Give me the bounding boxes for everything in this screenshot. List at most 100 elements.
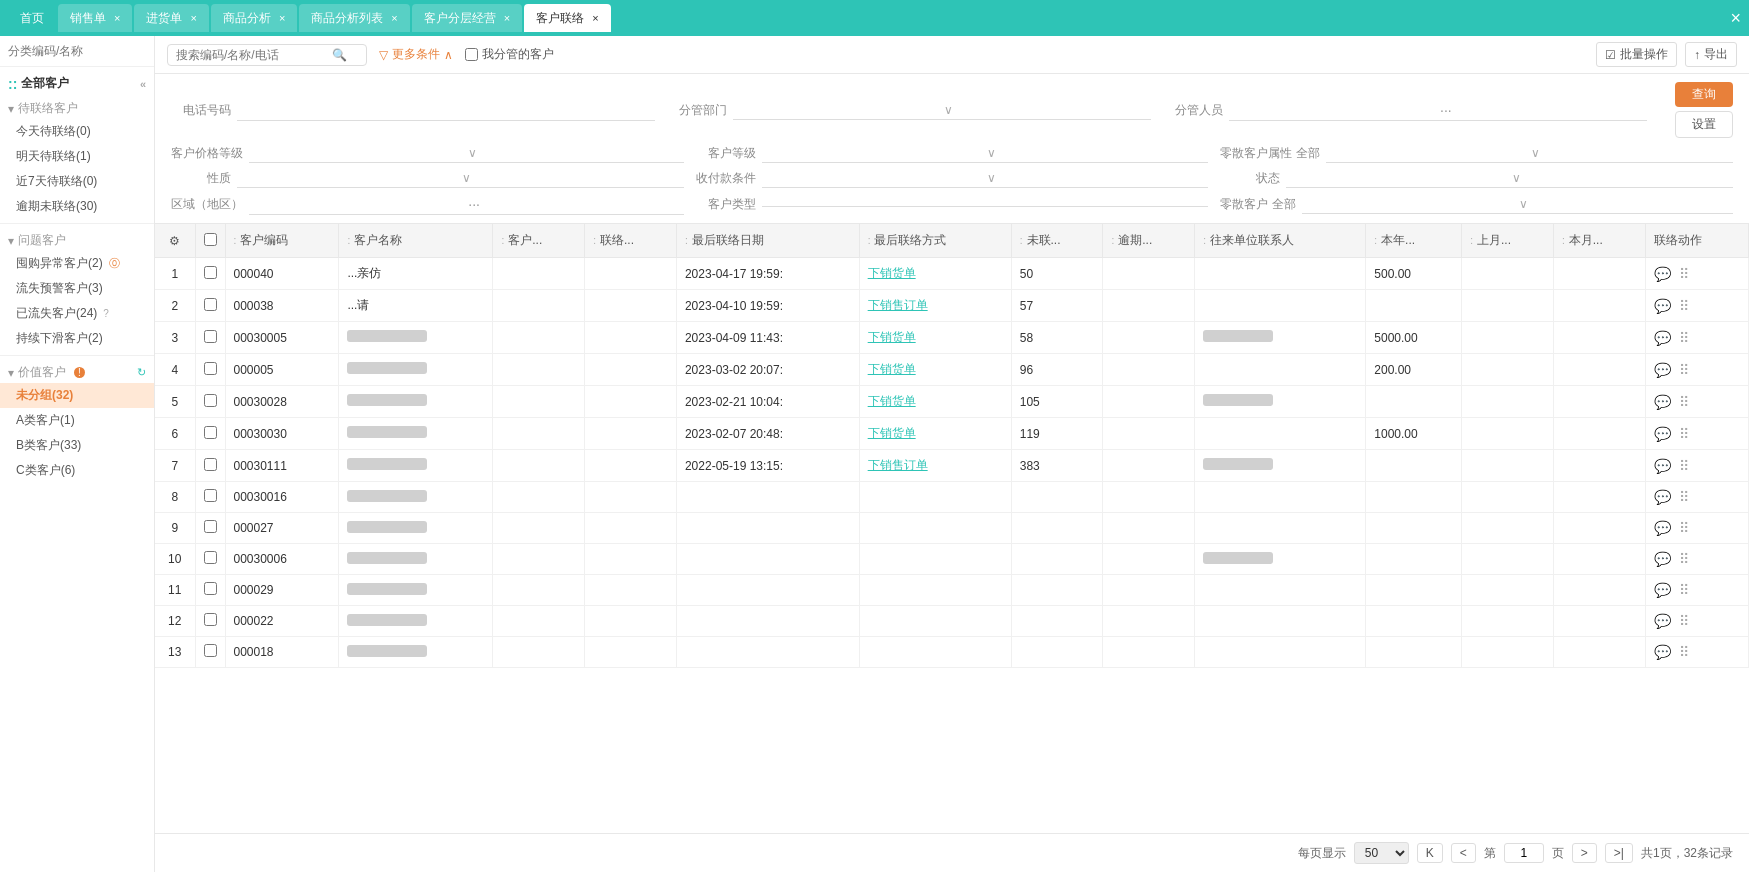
first-page-btn[interactable]: K bbox=[1417, 843, 1443, 863]
action-grid-icon[interactable]: ⠿ bbox=[1679, 582, 1689, 598]
th-check[interactable] bbox=[195, 224, 225, 258]
row-check[interactable] bbox=[204, 330, 217, 343]
tab-analysis-list-close[interactable]: × bbox=[391, 12, 397, 24]
action-grid-icon[interactable]: ⠿ bbox=[1679, 551, 1689, 567]
row-check[interactable] bbox=[204, 458, 217, 471]
tab-purchase-close[interactable]: × bbox=[190, 12, 196, 24]
filter-search-input[interactable] bbox=[176, 48, 326, 62]
tab-customer-seg[interactable]: 客户分层经营 × bbox=[412, 4, 522, 32]
filter-person-select[interactable]: ··· bbox=[1229, 100, 1647, 121]
export-btn[interactable]: ↑ 导出 bbox=[1685, 42, 1737, 67]
filter-phone-input[interactable] bbox=[237, 100, 655, 121]
sidebar-item-abnormal[interactable]: 囤购异常客户(2) ⓪ bbox=[0, 251, 154, 276]
row-check[interactable] bbox=[204, 362, 217, 375]
action-chat-icon[interactable]: 💬 bbox=[1654, 489, 1671, 505]
cell-check[interactable] bbox=[195, 450, 225, 482]
last-method-link[interactable]: 下销售订单 bbox=[868, 458, 928, 472]
row-check[interactable] bbox=[204, 489, 217, 502]
row-check[interactable] bbox=[204, 266, 217, 279]
query-btn[interactable]: 查询 bbox=[1675, 82, 1733, 107]
refresh-icon[interactable]: ↻ bbox=[137, 366, 146, 379]
th-settings[interactable]: ⚙ bbox=[155, 224, 195, 258]
tab-customer-seg-close[interactable]: × bbox=[504, 12, 510, 24]
row-check[interactable] bbox=[204, 520, 217, 533]
filter-price-level-select[interactable]: ∨ bbox=[249, 144, 684, 163]
sidebar-item-tomorrow[interactable]: 明天待联络(1) bbox=[0, 144, 154, 169]
action-chat-icon[interactable]: 💬 bbox=[1654, 458, 1671, 474]
sidebar-item-declining[interactable]: 持续下滑客户(2) bbox=[0, 326, 154, 351]
close-all-btn[interactable]: × bbox=[1730, 8, 1741, 29]
filter-retail-select[interactable]: ∨ bbox=[1302, 195, 1733, 214]
sidebar-item-today[interactable]: 今天待联络(0) bbox=[0, 119, 154, 144]
action-chat-icon[interactable]: 💬 bbox=[1654, 362, 1671, 378]
action-chat-icon[interactable]: 💬 bbox=[1654, 330, 1671, 346]
filter-search-icon[interactable]: 🔍 bbox=[332, 48, 347, 62]
tab-home[interactable]: 首页 bbox=[8, 4, 56, 32]
row-check[interactable] bbox=[204, 394, 217, 407]
sidebar-item-ungroup[interactable]: 未分组(32) bbox=[0, 383, 154, 408]
filter-region-dots[interactable]: ··· bbox=[468, 196, 679, 212]
last-method-link[interactable]: 下销货单 bbox=[868, 426, 916, 440]
cell-check[interactable] bbox=[195, 354, 225, 386]
sidebar-item-b-class[interactable]: B类客户(33) bbox=[0, 433, 154, 458]
row-check[interactable] bbox=[204, 551, 217, 564]
action-grid-icon[interactable]: ⠿ bbox=[1679, 298, 1689, 314]
action-chat-icon[interactable]: 💬 bbox=[1654, 613, 1671, 629]
reset-btn[interactable]: 设置 bbox=[1675, 111, 1733, 138]
sidebar-search-input[interactable] bbox=[8, 44, 155, 58]
action-grid-icon[interactable]: ⠿ bbox=[1679, 644, 1689, 660]
cell-check[interactable] bbox=[195, 637, 225, 668]
tab-analysis-list[interactable]: 商品分析列表 × bbox=[299, 4, 409, 32]
filter-payment-select[interactable]: ∨ bbox=[762, 169, 1209, 188]
tab-sales-close[interactable]: × bbox=[114, 12, 120, 24]
my-customers-checkbox[interactable]: 我分管的客户 bbox=[465, 46, 554, 63]
action-chat-icon[interactable]: 💬 bbox=[1654, 520, 1671, 536]
tab-customer-contact-close[interactable]: × bbox=[592, 12, 598, 24]
filter-person-dots[interactable]: ··· bbox=[1440, 102, 1643, 118]
row-check[interactable] bbox=[204, 613, 217, 626]
action-grid-icon[interactable]: ⠿ bbox=[1679, 362, 1689, 378]
filter-region-select[interactable]: ··· bbox=[249, 194, 684, 215]
action-chat-icon[interactable]: 💬 bbox=[1654, 266, 1671, 282]
collapse-sidebar-icon[interactable]: « bbox=[140, 78, 146, 90]
settings-icon[interactable]: ⚙ bbox=[169, 234, 180, 248]
filter-retail-attr-select[interactable]: ∨ bbox=[1326, 144, 1733, 163]
row-check[interactable] bbox=[204, 426, 217, 439]
cell-check[interactable] bbox=[195, 418, 225, 450]
action-chat-icon[interactable]: 💬 bbox=[1654, 426, 1671, 442]
filter-status-select[interactable]: ∨ bbox=[1286, 169, 1733, 188]
filter-cust-level-select[interactable]: ∨ bbox=[762, 144, 1209, 163]
cell-check[interactable] bbox=[195, 606, 225, 637]
cell-check[interactable] bbox=[195, 482, 225, 513]
action-grid-icon[interactable]: ⠿ bbox=[1679, 266, 1689, 282]
action-chat-icon[interactable]: 💬 bbox=[1654, 644, 1671, 660]
sidebar-item-overdue[interactable]: 逾期未联络(30) bbox=[0, 194, 154, 219]
tab-purchase[interactable]: 进货单 × bbox=[134, 4, 208, 32]
action-grid-icon[interactable]: ⠿ bbox=[1679, 330, 1689, 346]
cell-check[interactable] bbox=[195, 386, 225, 418]
batch-op-btn[interactable]: ☑ 批量操作 bbox=[1596, 42, 1677, 67]
last-method-link[interactable]: 下销货单 bbox=[868, 362, 916, 376]
tab-customer-contact[interactable]: 客户联络 × bbox=[524, 4, 610, 32]
cell-check[interactable] bbox=[195, 322, 225, 354]
action-chat-icon[interactable]: 💬 bbox=[1654, 582, 1671, 598]
tab-sales[interactable]: 销售单 × bbox=[58, 4, 132, 32]
action-grid-icon[interactable]: ⠿ bbox=[1679, 520, 1689, 536]
sidebar-item-churn-warn[interactable]: 流失预警客户(3) bbox=[0, 276, 154, 301]
action-chat-icon[interactable]: 💬 bbox=[1654, 551, 1671, 567]
last-method-link[interactable]: 下销货单 bbox=[868, 266, 916, 280]
row-check[interactable] bbox=[204, 582, 217, 595]
next-page-btn[interactable]: > bbox=[1572, 843, 1597, 863]
cell-check[interactable] bbox=[195, 575, 225, 606]
sidebar-item-c-class[interactable]: C类客户(6) bbox=[0, 458, 154, 483]
last-page-btn[interactable]: >| bbox=[1605, 843, 1633, 863]
prev-page-btn[interactable]: < bbox=[1451, 843, 1476, 863]
page-input[interactable] bbox=[1504, 843, 1544, 863]
action-grid-icon[interactable]: ⠿ bbox=[1679, 458, 1689, 474]
action-grid-icon[interactable]: ⠿ bbox=[1679, 426, 1689, 442]
per-page-select[interactable]: 50 20 100 bbox=[1354, 842, 1409, 864]
cell-check[interactable] bbox=[195, 513, 225, 544]
sidebar-item-7days[interactable]: 近7天待联络(0) bbox=[0, 169, 154, 194]
sidebar-item-churned[interactable]: 已流失客户(24) ? bbox=[0, 301, 154, 326]
all-customers-header[interactable]: :: 全部客户 « bbox=[0, 67, 154, 96]
